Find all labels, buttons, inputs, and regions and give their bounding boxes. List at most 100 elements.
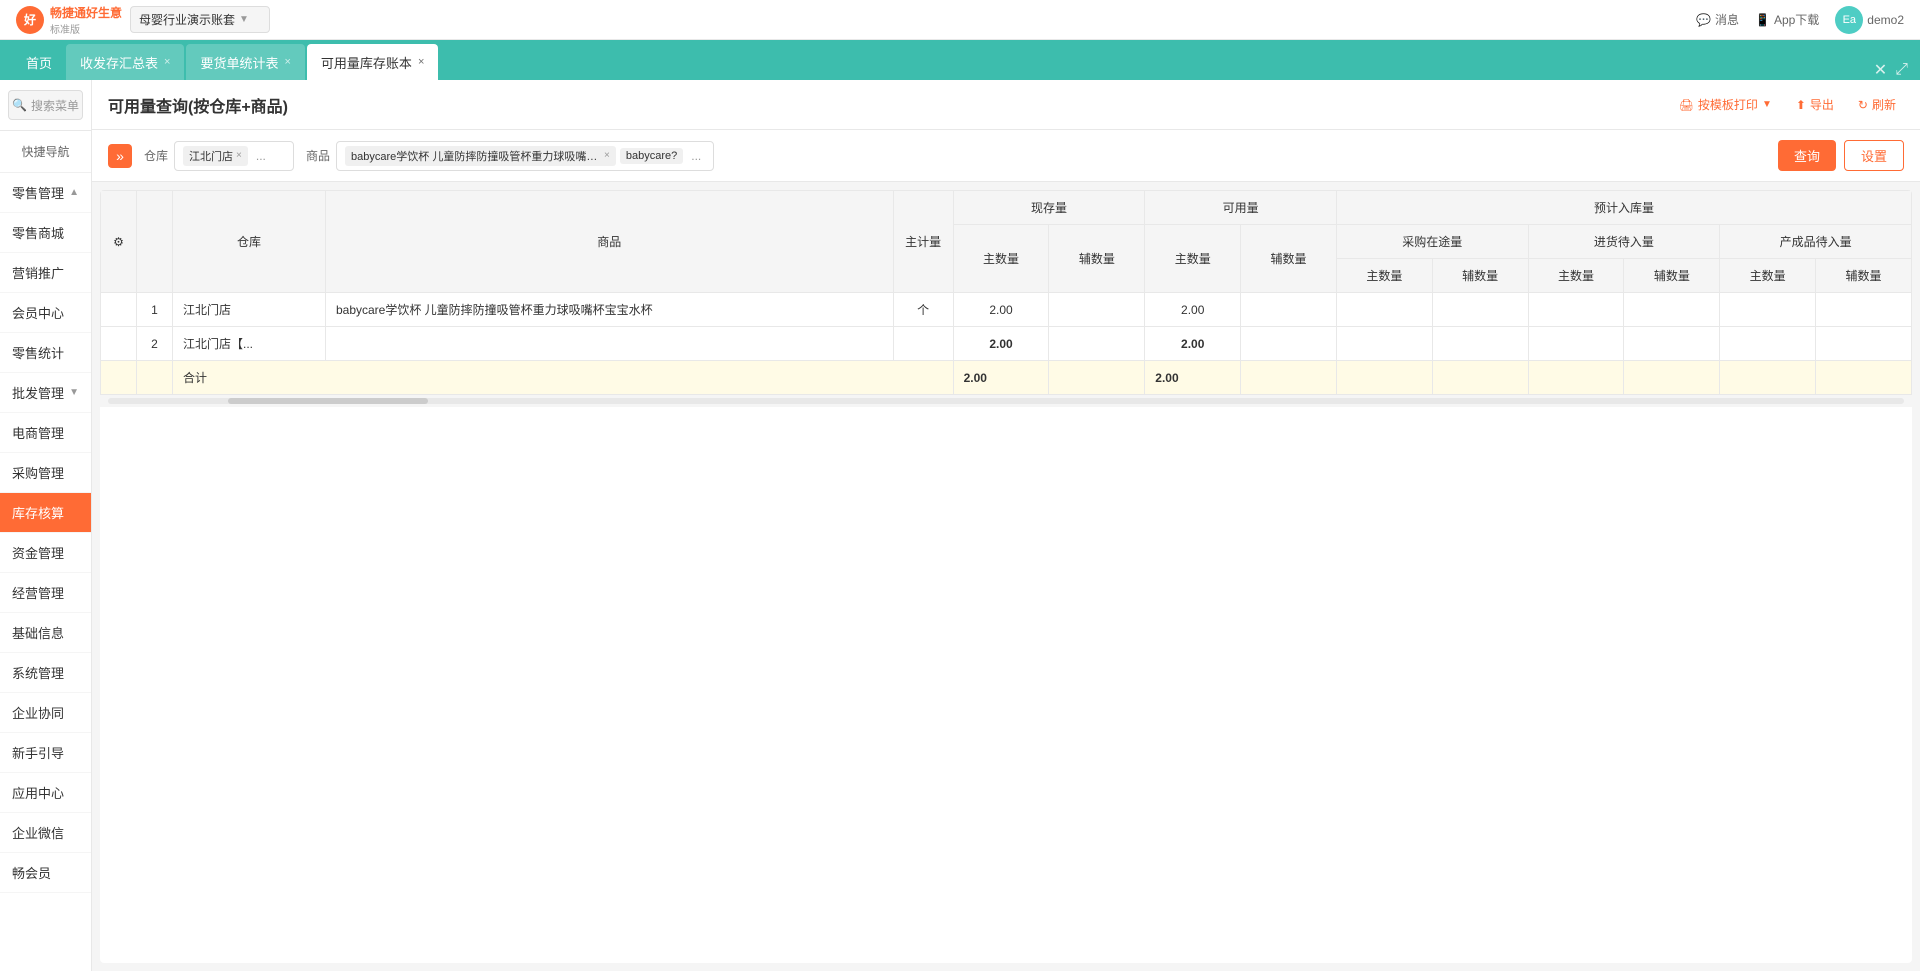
main-layout: 🔍 搜索菜单 快捷导航 零售管理 ▲ 零售商城 营销推广 会员中心 零售统计 批… (0, 80, 1920, 971)
th-pp-aq: 辅数量 (1816, 259, 1912, 293)
logo-icon: 好 (16, 6, 44, 34)
chevron-icon-2: ▼ (69, 387, 79, 398)
message-btn[interactable]: 💬 消息 (1696, 11, 1739, 28)
table-row: 1 江北门店 babycare学饮杯 儿童防摔防撞吸管杯重力球吸嘴杯宝宝水杯 个… (101, 293, 1912, 327)
export-icon: ⬆ (1796, 98, 1806, 112)
search-icon: 🔍 (12, 98, 27, 112)
user-profile[interactable]: Ea demo2 (1835, 6, 1904, 34)
tab-close-shoufacun[interactable]: × (164, 56, 170, 68)
chevron-down-icon: ▼ (239, 14, 249, 25)
sidebar-item-ecommerce[interactable]: 电商管理 (0, 413, 91, 453)
tab-shoufacun[interactable]: 收发存汇总表 × (66, 44, 184, 80)
filter-area: » 仓库 江北门店 × ... 商品 babycare学饮杯 儿童防摔防撞吸管杯… (92, 130, 1920, 182)
print-icon: 🖨 (1679, 98, 1694, 112)
search-menu-btn[interactable]: 🔍 搜索菜单 (8, 90, 83, 120)
sidebar-item-marketing[interactable]: 营销推广 (0, 253, 91, 293)
sidebar-item-retail-mall[interactable]: 零售商城 (0, 213, 91, 253)
sidebar: 🔍 搜索菜单 快捷导航 零售管理 ▲ 零售商城 营销推广 会员中心 零售统计 批… (0, 80, 92, 971)
filter-expand-btn[interactable]: » (108, 144, 132, 168)
th-pa: 进货待入量 (1528, 225, 1720, 259)
th-cs: 现存量 (953, 191, 1145, 225)
goods-more[interactable]: ... (687, 149, 705, 163)
warehouse-tag: 江北门店 × (183, 146, 248, 166)
tab-yaohuo[interactable]: 要货单统计表 × (186, 44, 304, 80)
goods-tag-1-close[interactable]: × (604, 150, 610, 161)
chevron-icon: ▲ (69, 187, 79, 198)
maximize-btn[interactable]: ⤢ (1895, 61, 1908, 79)
horizontal-scrollbar[interactable] (100, 395, 1912, 407)
footer-row: 合计 2.00 2.00 (101, 361, 1912, 395)
th-gear[interactable]: ⚙ (101, 191, 137, 293)
top-bar-left: 好 畅捷通好生意 标准版 母婴行业演示账套 ▼ (16, 4, 270, 36)
page-actions: 🖨 按模板打印 ▼ ⬆ 导出 ↻ 刷新 (1671, 92, 1904, 117)
sidebar-item-base-info[interactable]: 基础信息 (0, 613, 91, 653)
th-pa-aq: 辅数量 (1624, 259, 1720, 293)
quick-nav-btn[interactable]: 快捷导航 (0, 131, 91, 173)
nav-tabs: 首页 收发存汇总表 × 要货单统计表 × 可用量库存账本 × ✕ ⤢ (0, 40, 1920, 80)
template-print-btn[interactable]: 🖨 按模板打印 ▼ (1671, 92, 1780, 117)
company-selector[interactable]: 母婴行业演示账套 ▼ (130, 6, 270, 33)
warehouse-input[interactable]: 江北门店 × ... (174, 141, 294, 171)
warehouse-tag-close[interactable]: × (236, 150, 242, 161)
data-table: ⚙ 仓库 商品 主计量 现存量 可用量 预计入库量 主数量 辅数量 主数量 辅数… (100, 190, 1912, 395)
top-bar: 好 畅捷通好生意 标准版 母婴行业演示账套 ▼ 💬 消息 📱 App下载 Ea … (0, 0, 1920, 40)
sidebar-item-purchase[interactable]: 采购管理 (0, 453, 91, 493)
sidebar-item-retail-mgmt[interactable]: 零售管理 ▲ (0, 173, 91, 213)
export-btn[interactable]: ⬆ 导出 (1788, 92, 1842, 117)
sidebar-item-enterprise-wechat[interactable]: 企业微信 (0, 813, 91, 853)
th-av-mq: 主数量 (1145, 225, 1241, 293)
warehouse-more[interactable]: ... (252, 149, 270, 163)
sidebar-item-guide[interactable]: 新手引导 (0, 733, 91, 773)
tab-close-yaohuo[interactable]: × (284, 56, 290, 68)
th-pit: 采购在途量 (1336, 225, 1528, 259)
sidebar-item-member[interactable]: 会员中心 (0, 293, 91, 333)
th-av: 可用量 (1145, 191, 1337, 225)
th-pa-mq: 主数量 (1528, 259, 1624, 293)
logo-area: 好 畅捷通好生意 标准版 (16, 4, 122, 36)
th-pp-mq: 主数量 (1720, 259, 1816, 293)
sidebar-item-operations[interactable]: 经营管理 (0, 573, 91, 613)
query-button[interactable]: 查询 (1778, 140, 1836, 171)
avatar: Ea (1835, 6, 1863, 34)
scrollbar-thumb[interactable] (228, 398, 428, 404)
download-icon: 📱 (1755, 13, 1770, 27)
close-window-btn[interactable]: ✕ (1874, 60, 1887, 80)
sidebar-item-app-center[interactable]: 应用中心 (0, 773, 91, 813)
sidebar-item-system[interactable]: 系统管理 (0, 653, 91, 693)
app-download-btn[interactable]: 📱 App下载 (1755, 11, 1819, 28)
th-cs-aq: 辅数量 (1049, 225, 1145, 293)
th-mu: 主计量 (893, 191, 953, 293)
th-pit-aq: 辅数量 (1432, 259, 1528, 293)
sidebar-search-area: 🔍 搜索菜单 (0, 80, 91, 131)
goods-input[interactable]: babycare学饮杯 儿童防摔防撞吸管杯重力球吸嘴杯宝宝水杯 × babyca… (336, 141, 714, 171)
settings-button[interactable]: 设置 (1844, 140, 1904, 171)
sidebar-item-inventory[interactable]: 库存核算 (0, 493, 91, 533)
refresh-btn[interactable]: ↻ 刷新 (1850, 92, 1904, 117)
tab-close-keyongliang[interactable]: × (418, 56, 424, 68)
sidebar-item-finance[interactable]: 资金管理 (0, 533, 91, 573)
scrollbar-track (108, 398, 1904, 404)
th-gds: 商品 (325, 191, 893, 293)
nav-right-actions: ✕ ⤢ (1874, 60, 1908, 80)
sidebar-item-collab[interactable]: 企业协同 (0, 693, 91, 733)
table-area: ⚙ 仓库 商品 主计量 现存量 可用量 预计入库量 主数量 辅数量 主数量 辅数… (100, 190, 1912, 963)
logo-text: 畅捷通好生意 标准版 (50, 4, 122, 36)
tab-home[interactable]: 首页 (12, 44, 66, 80)
sidebar-item-retail-stats[interactable]: 零售统计 (0, 333, 91, 373)
th-rownum (137, 191, 173, 293)
page-header: 可用量查询(按仓库+商品) 🖨 按模板打印 ▼ ⬆ 导出 ↻ 刷新 (92, 80, 1920, 130)
th-wh: 仓库 (173, 191, 326, 293)
th-av-aq: 辅数量 (1241, 225, 1337, 293)
sidebar-item-wholesale[interactable]: 批发管理 ▼ (0, 373, 91, 413)
filter-action-btns: 查询 设置 (1778, 140, 1904, 171)
th-pit-mq: 主数量 (1336, 259, 1432, 293)
goods-tag-2: babycare? (620, 148, 683, 164)
content-area: 可用量查询(按仓库+商品) 🖨 按模板打印 ▼ ⬆ 导出 ↻ 刷新 » (92, 80, 1920, 971)
th-ei: 预计入库量 (1336, 191, 1911, 225)
page-title: 可用量查询(按仓库+商品) (108, 93, 288, 117)
sidebar-item-member2[interactable]: 畅会员 (0, 853, 91, 893)
table-row: 2 江北门店【... 2.00 2.00 (101, 327, 1912, 361)
th-pp: 产成品待入量 (1720, 225, 1912, 259)
th-cs-mq: 主数量 (953, 225, 1049, 293)
tab-keyongliang[interactable]: 可用量库存账本 × (307, 44, 438, 80)
